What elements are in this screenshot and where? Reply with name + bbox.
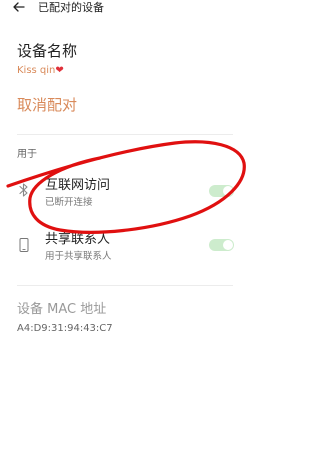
internet-access-toggle[interactable] bbox=[209, 185, 234, 197]
top-bar: 已配对的设备 bbox=[0, 0, 250, 18]
toggle-knob bbox=[223, 240, 233, 250]
divider bbox=[17, 134, 233, 135]
mac-address-value: A4:D9:31:94:43:C7 bbox=[17, 323, 113, 334]
divider bbox=[17, 285, 233, 286]
share-contacts-toggle[interactable] bbox=[209, 239, 234, 251]
unpair-button[interactable]: 取消配对 bbox=[17, 96, 77, 114]
bluetooth-icon bbox=[17, 182, 31, 198]
profile-subtitle-internet: 已断开连接 bbox=[45, 197, 93, 208]
profile-row-contacts[interactable]: 共享联系人 用于共享联系人 bbox=[0, 228, 250, 272]
heart-icon: ❤ bbox=[55, 65, 64, 76]
profile-title-internet: 互联网访问 bbox=[45, 178, 111, 193]
used-for-label: 用于 bbox=[17, 149, 37, 160]
profile-title-contacts: 共享联系人 bbox=[45, 232, 111, 247]
device-name-field[interactable]: Kiss qin❤ bbox=[17, 64, 64, 77]
back-button[interactable] bbox=[10, 0, 30, 16]
device-name-value: Kiss qin bbox=[17, 65, 56, 76]
phone-icon bbox=[17, 237, 31, 253]
device-name-label: 设备名称 bbox=[17, 42, 78, 60]
page-title: 已配对的设备 bbox=[38, 1, 104, 14]
toggle-knob bbox=[223, 186, 233, 196]
profile-row-internet[interactable]: 互联网访问 已断开连接 bbox=[0, 170, 250, 214]
profile-subtitle-contacts: 用于共享联系人 bbox=[45, 251, 112, 262]
back-arrow-icon bbox=[13, 2, 25, 12]
mac-address-label: 设备 MAC 地址 bbox=[17, 302, 107, 317]
